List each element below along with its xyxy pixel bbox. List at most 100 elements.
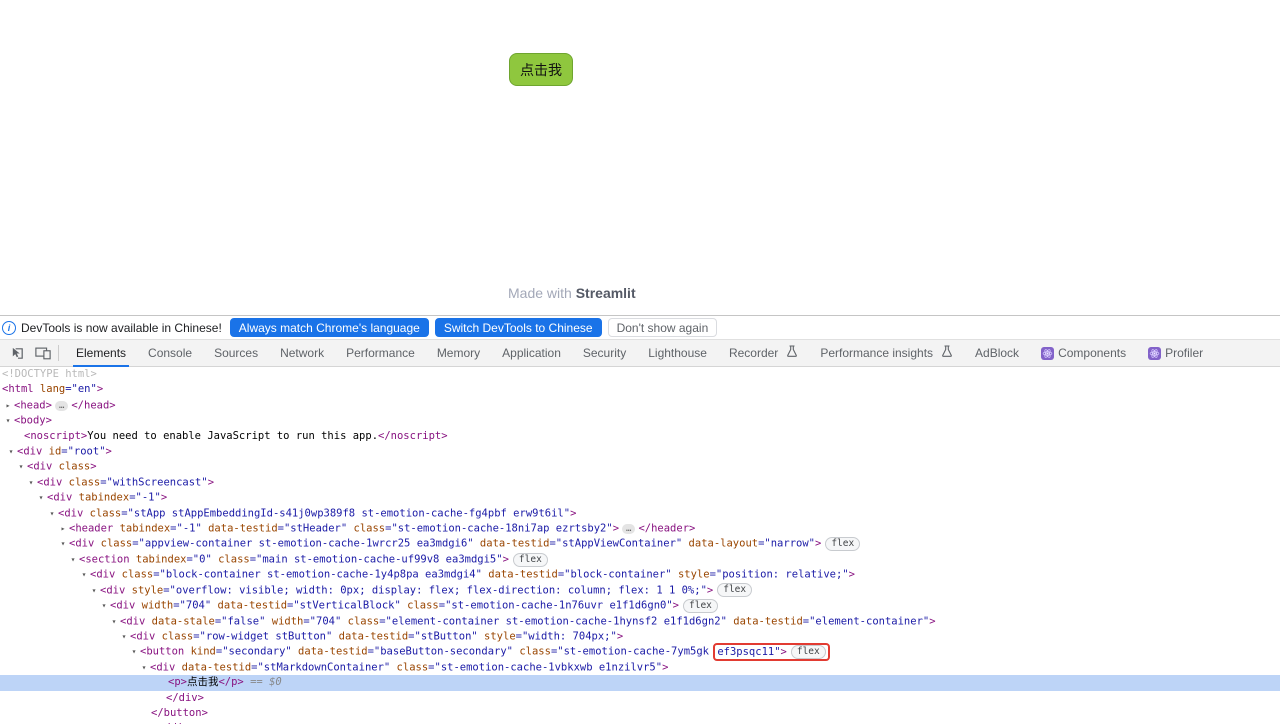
tab-console[interactable]: Console <box>137 340 203 367</box>
streamlit-click-me-button[interactable]: 点击我 <box>509 53 573 86</box>
code-token: ="en" <box>65 383 97 396</box>
dom-tree-line[interactable]: ▸ <head>… </head> <box>0 398 1280 413</box>
tab-label: Console <box>148 346 193 360</box>
expand-inline-icon[interactable]: … <box>622 523 636 534</box>
tab-memory[interactable]: Memory <box>426 340 491 367</box>
expand-arrow-icon[interactable]: ▾ <box>2 413 14 428</box>
tab-performance[interactable]: Performance <box>335 340 426 367</box>
code-token: ="block-container st-emotion-cache-1y4p8… <box>153 569 482 581</box>
flask-icon <box>941 345 953 361</box>
expand-arrow-icon[interactable]: ▾ <box>128 644 140 659</box>
tab-lighthouse[interactable]: Lighthouse <box>637 340 718 367</box>
flex-badge[interactable]: flex <box>683 598 718 613</box>
dom-tree-line[interactable]: ▾ <div style="overflow: visible; width: 0… <box>0 583 1280 598</box>
tab-network[interactable]: Network <box>269 340 335 367</box>
code-token: data-stale <box>145 615 215 628</box>
tab-components[interactable]: Components <box>1030 340 1137 367</box>
collapse-arrow-icon[interactable]: ▸ <box>57 521 69 536</box>
dom-tree-line-selected[interactable]: <p>点击我</p> == $0 <box>0 675 1280 691</box>
tab-label: AdBlock <box>975 346 1020 360</box>
flex-badge[interactable]: flex <box>717 583 753 598</box>
expand-arrow-icon[interactable]: ▾ <box>78 567 90 582</box>
dom-tree-line[interactable]: ▾ <body> <box>0 413 1280 428</box>
dom-tree-line[interactable]: ▾ <div data-testid="stMarkdownContainer" … <box>0 660 1280 675</box>
code-token: <div <box>130 630 156 643</box>
code-token: 点击我 <box>186 676 219 689</box>
code-token: <div <box>58 507 84 520</box>
expand-arrow-icon[interactable]: ▾ <box>46 506 58 521</box>
streamlit-brand[interactable]: Streamlit <box>576 285 636 301</box>
dom-tree-line[interactable]: <html lang="en"> <box>0 382 1280 397</box>
dom-tree-line[interactable]: ▾ <div data-stale="false" width="704" cla… <box>0 614 1280 629</box>
tab-elements[interactable]: Elements <box>65 340 137 367</box>
flex-badge[interactable]: flex <box>790 645 826 660</box>
device-toolbar-icon[interactable] <box>30 341 56 365</box>
tab-sources[interactable]: Sources <box>203 340 269 367</box>
expand-arrow-icon[interactable]: ▾ <box>25 475 37 490</box>
code-token: ="block-container" <box>557 569 672 581</box>
tab-profiler[interactable]: Profiler <box>1137 340 1214 367</box>
code-token: ="st-emotion-cache-7ym5gk <box>550 646 716 659</box>
dom-tree-line[interactable]: ▾ <div tabindex="-1"> <box>0 490 1280 505</box>
dom-tree-line[interactable]: ▸ <header tabindex="-1" data-testid="stHe… <box>0 521 1280 536</box>
dom-tree-line[interactable]: ▾ <button kind="secondary" data-testid="b… <box>0 643 1280 662</box>
expand-arrow-icon[interactable]: ▾ <box>88 583 100 598</box>
expand-arrow-icon[interactable]: ▾ <box>35 490 47 505</box>
expand-arrow-icon[interactable]: ▾ <box>138 660 150 675</box>
dom-tree-line[interactable]: </div> <box>0 691 1280 706</box>
tab-label: Network <box>280 346 325 360</box>
tab-performance-insights[interactable]: Performance insights <box>809 340 964 367</box>
collapse-arrow-icon[interactable]: ▸ <box>2 398 14 413</box>
code-token: == <box>243 676 270 689</box>
infobar-button-don-t-show-again[interactable]: Don't show again <box>607 318 718 337</box>
dom-tree-line[interactable]: ▾ <div class> <box>0 459 1280 474</box>
code-token: class <box>400 599 439 612</box>
expand-inline-icon[interactable]: … <box>54 400 69 411</box>
code-token: data-testid <box>481 569 558 581</box>
code-token: tabindex <box>129 553 187 566</box>
dom-tree-line[interactable]: ▾ <div width="704" data-testid="stVertica… <box>0 598 1280 613</box>
dom-tree-line[interactable]: ▾ <div class="row-widget stButton" data-t… <box>0 629 1280 644</box>
flask-icon <box>786 345 798 361</box>
dom-tree-line[interactable]: ▾ <div class="block-container st-emotion-… <box>0 567 1280 582</box>
dom-tree-line[interactable]: ▾ <section tabindex="0" class="main st-em… <box>0 552 1280 567</box>
code-token: > <box>616 630 624 643</box>
code-token: ="appview-container st-emotion-cache-1wr… <box>132 538 474 551</box>
devtools-toolbar-icons <box>0 341 65 365</box>
tab-adblock[interactable]: AdBlock <box>964 340 1030 367</box>
infobar-button-switch-devtools-to-chinese[interactable]: Switch DevTools to Chinese <box>434 318 602 337</box>
dom-tree-line[interactable]: <!DOCTYPE html> <box>0 367 1280 382</box>
dom-tree-line[interactable]: <noscript>You need to enable JavaScript … <box>0 429 1280 444</box>
flex-badge[interactable]: flex <box>512 552 548 567</box>
expand-arrow-icon[interactable]: ▾ <box>108 614 120 629</box>
expand-arrow-icon[interactable]: ▾ <box>5 444 17 459</box>
code-token: tabindex <box>113 522 171 535</box>
expand-arrow-icon[interactable]: ▾ <box>15 459 27 474</box>
code-token: > <box>90 461 97 474</box>
code-token: </p> <box>218 676 244 689</box>
code-token: ="position: relative;" <box>709 569 849 581</box>
code-token: data-testid <box>473 538 550 551</box>
dom-tree-line[interactable]: ▾ <div class="stApp stAppEmbeddingId-s41j… <box>0 506 1280 521</box>
tab-recorder[interactable]: Recorder <box>718 340 809 367</box>
infobar-button-always-match-chrome-s-language[interactable]: Always match Chrome's language <box>229 318 429 337</box>
tab-label: Lighthouse <box>648 346 707 360</box>
code-token: <div <box>150 661 176 674</box>
streamlit-page: 点击我 Made with Streamlit <box>0 0 1280 315</box>
dom-tree-line[interactable]: ▾ <div class="appview-container st-emotio… <box>0 536 1280 552</box>
tab-label: Performance <box>346 346 415 360</box>
expand-arrow-icon[interactable]: ▾ <box>98 598 110 613</box>
code-token: <body> <box>14 414 52 427</box>
tab-application[interactable]: Application <box>491 340 572 367</box>
dom-tree-line[interactable]: </button> <box>0 706 1280 721</box>
expand-arrow-icon[interactable]: ▾ <box>67 552 79 567</box>
expand-arrow-icon[interactable]: ▾ <box>118 629 130 644</box>
flex-badge[interactable]: flex <box>825 537 861 552</box>
dom-tree-line[interactable]: ▾ <div class="withScreencast"> <box>0 475 1280 490</box>
dom-tree-line[interactable]: ▾ <div id="root"> <box>0 444 1280 459</box>
toolbar-separator <box>58 345 59 361</box>
tab-security[interactable]: Security <box>572 340 637 367</box>
expand-arrow-icon[interactable]: ▾ <box>57 536 69 551</box>
code-token: class <box>513 646 551 659</box>
inspect-element-icon[interactable] <box>4 341 30 365</box>
